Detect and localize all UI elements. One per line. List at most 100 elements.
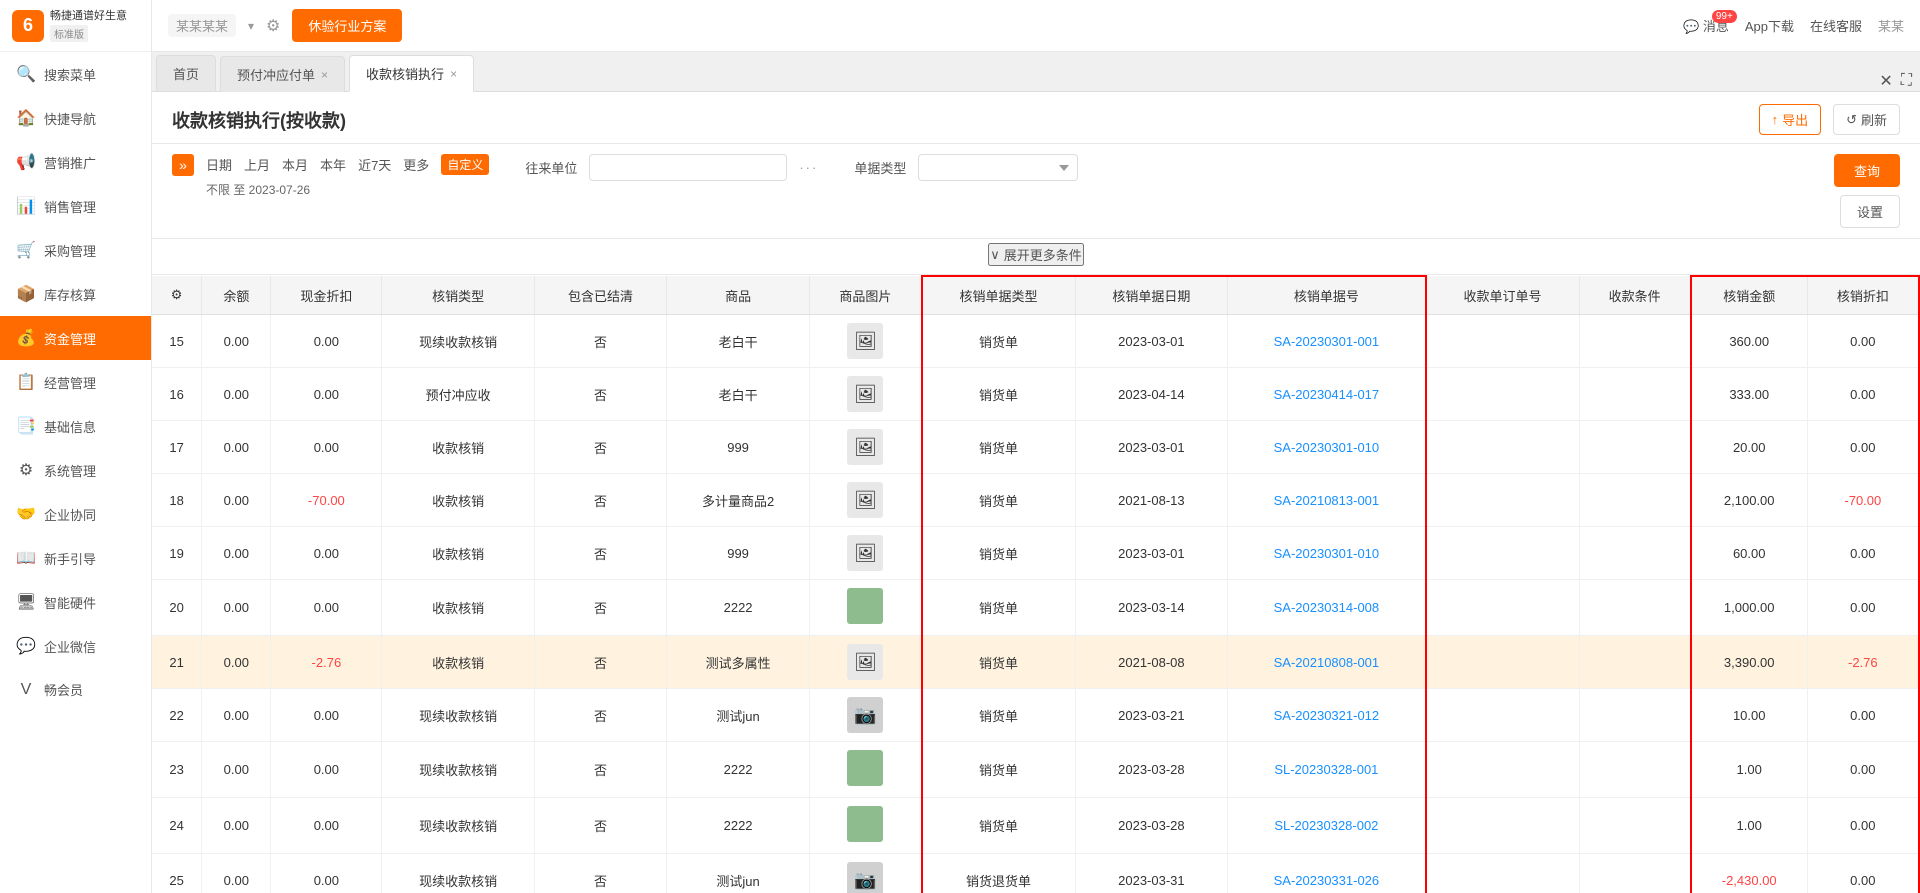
refresh-button[interactable]: ↺ 刷新 <box>1833 104 1900 135</box>
tab-prepay[interactable]: 预付冲应付单 × <box>220 56 345 92</box>
sidebar-item-企业协同[interactable]: 🤝企业协同 <box>0 492 151 536</box>
voucher-no-link[interactable]: SA-20210813-001 <box>1274 493 1380 508</box>
voucher-type-select[interactable] <box>918 154 1078 181</box>
page: 收款核销执行(按收款) ↑ 导出 ↺ 刷新 » 日期 上月 本月 <box>152 92 1920 893</box>
sidebar-item-资金管理[interactable]: 💰资金管理 <box>0 316 151 360</box>
app-download-link[interactable]: App下载 <box>1745 16 1794 35</box>
row-balance: 0.00 <box>202 368 271 421</box>
sidebar-item-快捷导航[interactable]: 🏠快捷导航 <box>0 96 151 140</box>
row-voucher-type: 销货单 <box>922 636 1076 689</box>
row-condition <box>1579 636 1691 689</box>
sidebar-item-经营管理[interactable]: 📋经营管理 <box>0 360 151 404</box>
tab-close-all-icon[interactable]: ✕ <box>1879 71 1892 91</box>
row-num: 15 <box>152 315 202 368</box>
voucher-no-link[interactable]: SA-20230321-012 <box>1274 708 1380 723</box>
col-header-0[interactable]: ⚙ <box>152 276 202 315</box>
trial-button[interactable]: 休验行业方案 <box>292 9 402 42</box>
sidebar-item-畅会员[interactable]: V畅会员 <box>0 668 151 711</box>
row-amount: 2,100.00 <box>1691 474 1807 527</box>
row-amount: 3,390.00 <box>1691 636 1807 689</box>
sidebar-item-智能硬件[interactable]: 🖥智能硬件 <box>0 580 151 624</box>
sidebar-item-企业微信[interactable]: 💬企业微信 <box>0 624 151 668</box>
row-voucher-no[interactable]: SA-20230301-010 <box>1228 421 1426 474</box>
voucher-no-link[interactable]: SA-20230301-010 <box>1274 440 1380 455</box>
online-service-link[interactable]: 在线客服 <box>1810 16 1862 35</box>
product-image: 🖼 <box>847 482 883 518</box>
row-write-off-discount: -2.76 <box>1807 636 1919 689</box>
partner-input[interactable] <box>589 154 787 181</box>
export-button[interactable]: ↑ 导出 <box>1759 104 1822 135</box>
row-voucher-no[interactable]: SA-20230331-026 <box>1228 854 1426 893</box>
voucher-no-link[interactable]: SL-20230328-002 <box>1274 818 1378 833</box>
row-balance: 0.00 <box>202 636 271 689</box>
sidebar-icon: 💬 <box>16 636 36 656</box>
sidebar-item-营销推广[interactable]: 📢营销推广 <box>0 140 151 184</box>
tab-maximize-icon[interactable]: ⛶ <box>1901 72 1912 90</box>
topbar-gear-icon[interactable]: ⚙ <box>266 16 280 36</box>
row-num: 21 <box>152 636 202 689</box>
username: 某某 <box>1878 16 1904 35</box>
sidebar-item-新手引导[interactable]: 📖新手引导 <box>0 536 151 580</box>
sidebar-item-搜索菜单[interactable]: 🔍搜索菜单 <box>0 52 151 96</box>
row-voucher-date: 2021-08-13 <box>1075 474 1228 527</box>
voucher-no-link[interactable]: SA-20230331-026 <box>1274 873 1380 888</box>
filter-expand-button[interactable]: » <box>172 154 194 176</box>
date-custom[interactable]: 自定义 <box>441 154 489 175</box>
row-condition <box>1579 474 1691 527</box>
row-order-no <box>1426 474 1580 527</box>
row-voucher-no[interactable]: SA-20230321-012 <box>1228 689 1426 742</box>
voucher-no-link[interactable]: SA-20230314-008 <box>1274 600 1380 615</box>
product-image: 🖼 <box>847 376 883 412</box>
tab-writeoff[interactable]: 收款核销执行 × <box>349 55 474 92</box>
sidebar-item-系统管理[interactable]: ⚙系统管理 <box>0 448 151 492</box>
row-condition <box>1579 421 1691 474</box>
row-voucher-no[interactable]: SA-20230314-008 <box>1228 580 1426 636</box>
sidebar-item-基础信息[interactable]: 📑基础信息 <box>0 404 151 448</box>
tab-prepay-close[interactable]: × <box>321 68 328 82</box>
sidebar-item-采购管理[interactable]: 🛒采购管理 <box>0 228 151 272</box>
sidebar-label: 营销推广 <box>44 153 96 172</box>
tab-home[interactable]: 首页 <box>156 55 216 92</box>
sidebar-item-销售管理[interactable]: 📊销售管理 <box>0 184 151 228</box>
voucher-no-link[interactable]: SL-20230328-001 <box>1274 762 1378 777</box>
date-range: 不限 至 2023-07-26 <box>206 181 489 198</box>
row-type: 现续收款核销 <box>382 689 535 742</box>
row-voucher-date: 2023-03-31 <box>1075 854 1228 893</box>
voucher-no-link[interactable]: SA-20230414-017 <box>1274 387 1380 402</box>
row-voucher-no[interactable]: SA-20210808-001 <box>1228 636 1426 689</box>
row-voucher-no[interactable]: SA-20230414-017 <box>1228 368 1426 421</box>
row-amount: 60.00 <box>1691 527 1807 580</box>
row-voucher-type: 销货单 <box>922 580 1076 636</box>
filter-partner-col: 往来单位 ··· <box>525 154 818 181</box>
voucher-no-link[interactable]: SA-20230301-010 <box>1274 546 1380 561</box>
voucher-no-link[interactable]: SA-20210808-001 <box>1274 655 1380 670</box>
date-this-month[interactable]: 本月 <box>282 155 308 174</box>
date-7days[interactable]: 近7天 <box>358 155 391 174</box>
row-img: 🖼 <box>810 421 922 474</box>
row-voucher-no[interactable]: SA-20210813-001 <box>1228 474 1426 527</box>
main-content: 某某某某 ▾ ⚙ 休验行业方案 💬 99+ 消息 App下载 在线客服 某某 首… <box>152 0 1920 893</box>
row-voucher-no[interactable]: SA-20230301-010 <box>1228 527 1426 580</box>
product-image: 🖼 <box>847 644 883 680</box>
setting-button[interactable]: 设置 <box>1840 195 1900 228</box>
date-this-year[interactable]: 本年 <box>320 155 346 174</box>
row-voucher-no[interactable]: SL-20230328-001 <box>1228 742 1426 798</box>
row-settled: 否 <box>535 742 667 798</box>
sidebar-item-库存核算[interactable]: 📦库存核算 <box>0 272 151 316</box>
expand-more-button[interactable]: ∨ 展开更多条件 <box>988 243 1084 266</box>
sidebar-label: 新手引导 <box>44 549 96 568</box>
row-num: 18 <box>152 474 202 527</box>
partner-dots: ··· <box>799 160 818 175</box>
row-settled: 否 <box>535 689 667 742</box>
row-order-no <box>1426 527 1580 580</box>
tab-writeoff-close[interactable]: × <box>450 67 457 81</box>
query-button[interactable]: 查询 <box>1834 154 1900 187</box>
voucher-no-link[interactable]: SA-20230301-001 <box>1274 334 1380 349</box>
row-voucher-no[interactable]: SL-20230328-002 <box>1228 798 1426 854</box>
date-last-month[interactable]: 上月 <box>244 155 270 174</box>
sidebar-icon: 🏠 <box>16 108 36 128</box>
row-voucher-no[interactable]: SA-20230301-001 <box>1228 315 1426 368</box>
row-goods: 老白干 <box>666 315 809 368</box>
date-more[interactable]: 更多 <box>403 155 429 174</box>
message-icon-area[interactable]: 💬 99+ 消息 <box>1683 16 1729 35</box>
